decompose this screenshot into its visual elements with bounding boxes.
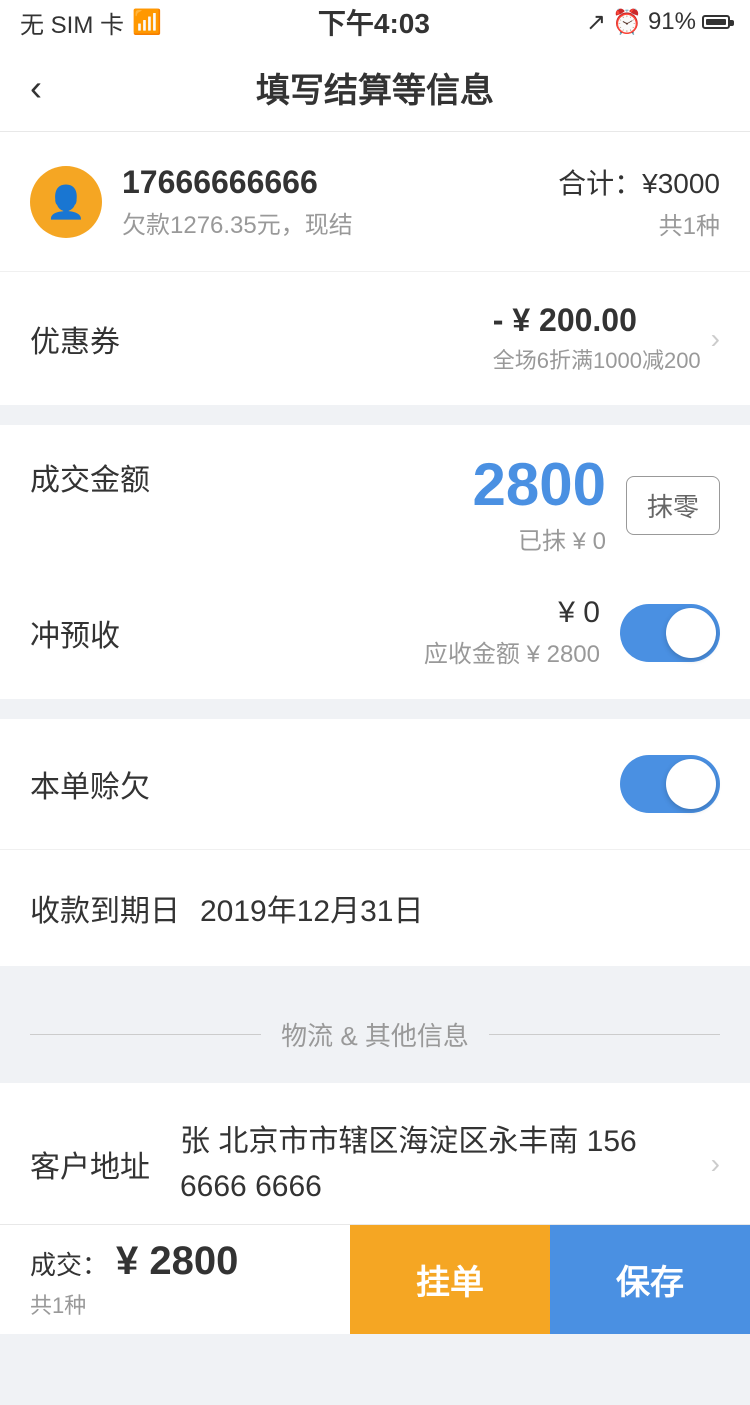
- footer-bar: 成交： ¥ 2800 共1种 挂单 保存: [0, 1224, 750, 1334]
- status-left: 无 SIM 卡 📶: [20, 5, 162, 40]
- page-title: 填写结算等信息: [90, 63, 660, 112]
- back-button[interactable]: ‹: [30, 67, 90, 109]
- total-label: 合计：: [558, 168, 642, 199]
- battery-percent: 91%: [648, 8, 696, 36]
- alarm-icon: ⏰: [612, 8, 642, 37]
- prepay-toggle[interactable]: [620, 604, 720, 662]
- due-date-value: 2019年12月31日: [200, 886, 423, 930]
- save-button[interactable]: 保存: [550, 1225, 750, 1334]
- customer-phone: 17666666666: [122, 164, 353, 201]
- footer-summary: 成交： ¥ 2800 共1种: [0, 1225, 350, 1334]
- customer-total: 合计：¥3000 共1种: [558, 162, 720, 241]
- customer-left: 👤 17666666666 欠款1276.35元，现结: [30, 164, 353, 240]
- debt-toggle[interactable]: [620, 755, 720, 813]
- logistics-line-left: [30, 1034, 261, 1035]
- debt-label: 本单赊欠: [30, 762, 150, 806]
- hang-button[interactable]: 挂单: [350, 1225, 550, 1334]
- avatar-icon: 👤: [46, 183, 86, 221]
- avatar: 👤: [30, 166, 102, 238]
- footer-count: 共1种: [30, 1288, 350, 1320]
- total-amount: ¥3000: [642, 168, 720, 199]
- coupon-right: - ¥ 200.00 全场6折满1000减200 ›: [493, 302, 720, 375]
- address-row[interactable]: 客户地址 张 北京市市辖区海淀区永丰南 156 6666 6666 ›: [0, 1083, 750, 1245]
- amount-erased: 已抹 ¥ 0: [473, 521, 606, 556]
- status-time: 下午4:03: [318, 2, 430, 42]
- address-label: 客户地址: [30, 1142, 150, 1186]
- nav-bar: ‹ 填写结算等信息: [0, 44, 750, 132]
- section-divider-2: [0, 699, 750, 719]
- amount-label: 成交金额: [30, 455, 150, 499]
- amount-value: 2800: [473, 455, 606, 515]
- no-sim-text: 无 SIM 卡: [20, 5, 124, 40]
- amount-row: 成交金额 2800 已抹 ¥ 0 抹零: [0, 425, 750, 576]
- amount-col: 2800 已抹 ¥ 0: [473, 455, 606, 556]
- prepay-right: ¥ 0 应收金额 ¥ 2800: [424, 596, 720, 669]
- coupon-description: 全场6折满1000减200: [493, 343, 701, 375]
- address-chevron-icon: ›: [711, 1148, 720, 1180]
- status-right: ↗ ⏰ 91%: [586, 8, 730, 37]
- total-label-row: 合计：¥3000: [558, 162, 720, 202]
- total-count: 共1种: [558, 206, 720, 241]
- customer-debt: 欠款1276.35元，现结: [122, 205, 353, 240]
- location-icon: ↗: [586, 8, 606, 37]
- round-button[interactable]: 抹零: [626, 476, 720, 535]
- wifi-icon: 📶: [132, 8, 162, 37]
- due-date-row: 收款到期日 2019年12月31日: [0, 849, 750, 966]
- coupon-chevron-icon: ›: [711, 323, 720, 355]
- coupon-discount: - ¥ 200.00: [493, 302, 701, 339]
- coupon-right-text: - ¥ 200.00 全场6折满1000减200: [493, 302, 701, 375]
- customer-card: 👤 17666666666 欠款1276.35元，现结 合计：¥3000 共1种: [0, 132, 750, 271]
- footer-summary-top: 成交： ¥ 2800: [30, 1239, 350, 1284]
- due-date-label: 收款到期日: [30, 886, 180, 930]
- prepay-receivable: 应收金额 ¥ 2800: [424, 634, 600, 669]
- status-bar: 无 SIM 卡 📶 下午4:03 ↗ ⏰ 91%: [0, 0, 750, 44]
- amount-right: 2800 已抹 ¥ 0 抹零: [473, 455, 721, 556]
- customer-info: 17666666666 欠款1276.35元，现结: [122, 164, 353, 240]
- prepay-amount-col: ¥ 0 应收金额 ¥ 2800: [424, 596, 600, 669]
- coupon-row[interactable]: 优惠券 - ¥ 200.00 全场6折满1000减200 ›: [0, 271, 750, 405]
- prepay-row: 冲预收 ¥ 0 应收金额 ¥ 2800: [0, 576, 750, 699]
- prepay-amount: ¥ 0: [424, 596, 600, 630]
- footer-deal-label: 成交：: [30, 1245, 108, 1282]
- debt-toggle-knob: [666, 759, 716, 809]
- coupon-label: 优惠券: [30, 317, 120, 361]
- prepay-label: 冲预收: [30, 611, 120, 655]
- logistics-line-right: [489, 1034, 720, 1035]
- address-value: 张 北京市市辖区海淀区永丰南 156 6666 6666: [180, 1119, 701, 1209]
- debt-row: 本单赊欠: [0, 719, 750, 849]
- logistics-title: 物流 & 其他信息: [261, 1016, 489, 1053]
- battery-icon: [702, 15, 730, 29]
- section-divider-3: [0, 966, 750, 986]
- customer-row: 👤 17666666666 欠款1276.35元，现结 合计：¥3000 共1种: [30, 162, 720, 241]
- footer-deal-amount: ¥ 2800: [116, 1239, 238, 1284]
- logistics-header: 物流 & 其他信息: [0, 986, 750, 1083]
- toggle-knob: [666, 608, 716, 658]
- section-divider-1: [0, 405, 750, 425]
